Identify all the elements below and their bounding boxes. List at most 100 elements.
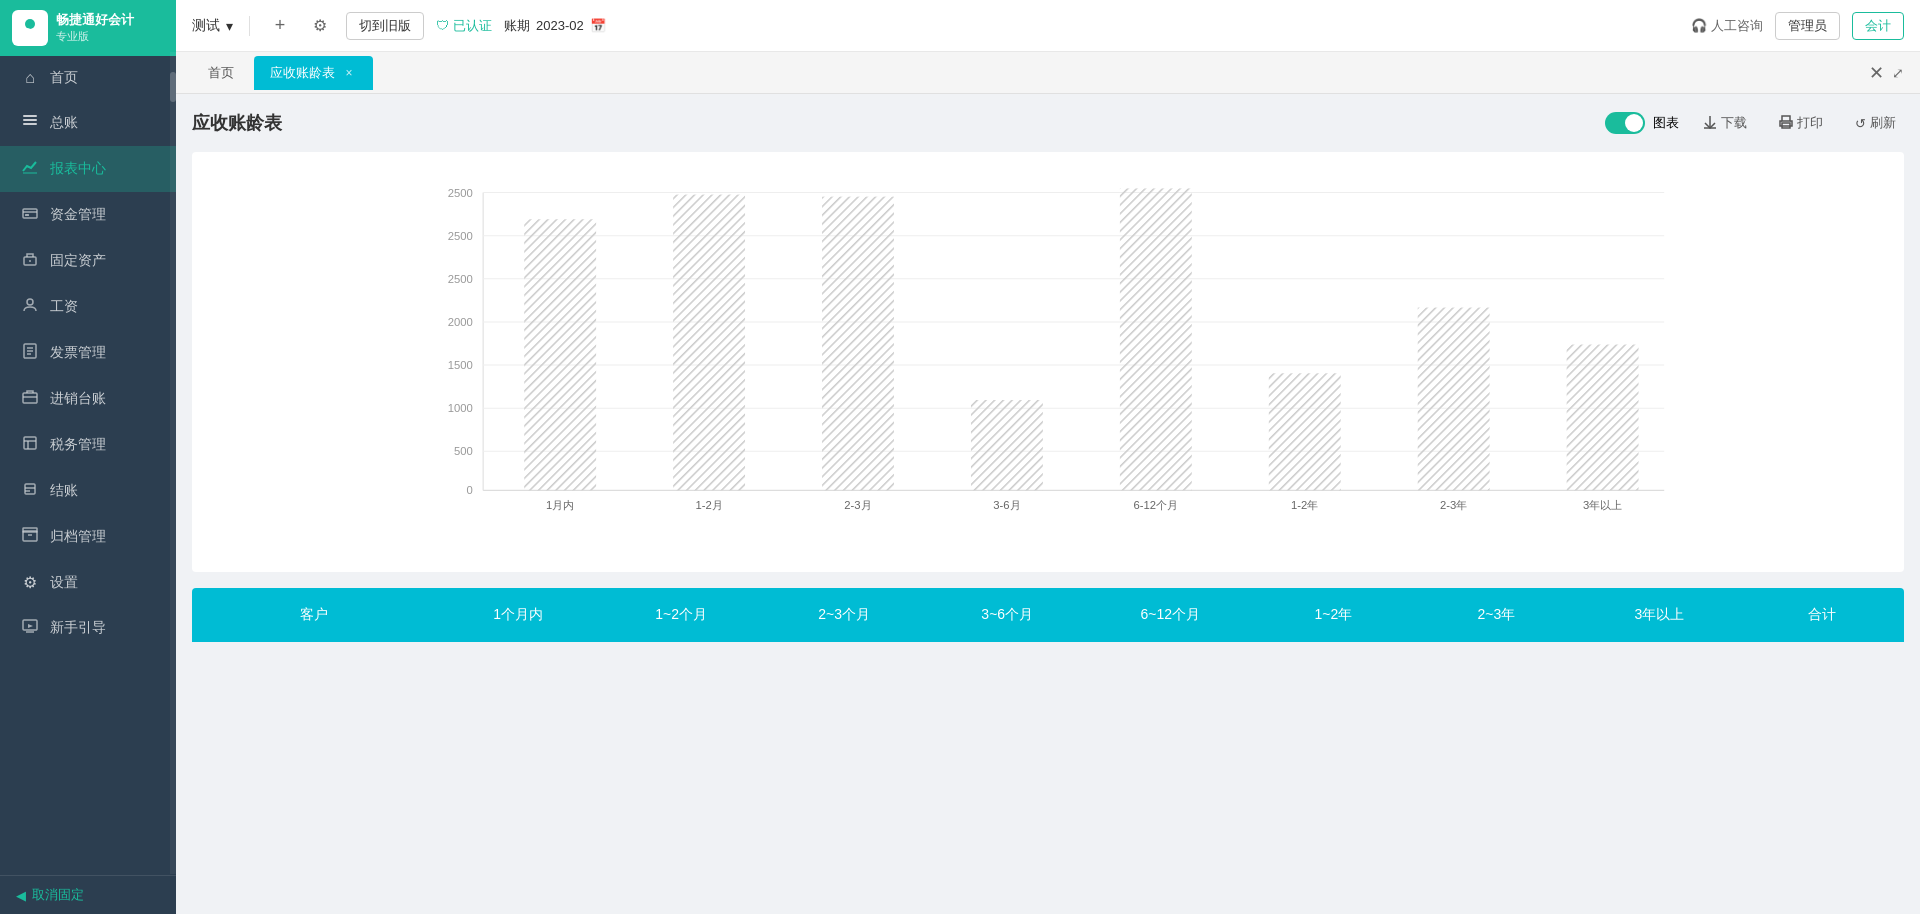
- chart-svg-wrapper: 2500 2500 2500 2000 1500 1000 500 0: [212, 172, 1884, 552]
- main-area: 测试 ▾ + ⚙ 切到旧版 🛡 已认证 账期 2023-02 📅 🎧 人工咨询 …: [176, 0, 1920, 914]
- app-name: 畅捷通好会计: [56, 12, 134, 29]
- guide-icon: [20, 618, 40, 638]
- tab-ar-aging-label: 应收账龄表: [270, 64, 335, 82]
- page-actions: 图表 下载: [1605, 110, 1904, 136]
- svg-text:6-12个月: 6-12个月: [1134, 499, 1179, 511]
- sidebar-item-label: 资金管理: [50, 206, 106, 224]
- svg-rect-17: [24, 437, 36, 449]
- headset-icon: 🎧: [1691, 18, 1707, 33]
- invoice-icon: [20, 343, 40, 363]
- sidebar: 畅捷通好会计 专业版 ⌂ 首页 总账: [0, 0, 176, 914]
- toggle-knob: [1625, 114, 1643, 132]
- page-header: 应收账龄表 图表 下载: [192, 110, 1904, 136]
- consult-button[interactable]: 🎧 人工咨询: [1691, 17, 1763, 35]
- verified-label: 已认证: [453, 17, 492, 35]
- table-col-1-2m: 1~2个月: [600, 588, 763, 642]
- sidebar-item-label: 归档管理: [50, 528, 106, 546]
- svg-text:2500: 2500: [448, 273, 473, 285]
- app-logo-icon: [12, 10, 48, 46]
- svg-text:1500: 1500: [448, 359, 473, 371]
- svg-text:2-3年: 2-3年: [1440, 499, 1467, 511]
- svg-text:500: 500: [454, 445, 473, 457]
- print-button[interactable]: 打印: [1771, 110, 1831, 136]
- svg-text:2500: 2500: [448, 230, 473, 242]
- download-label: 下载: [1721, 114, 1747, 132]
- svg-marker-27: [28, 624, 33, 628]
- sidebar-item-guide[interactable]: 新手引导: [0, 605, 176, 651]
- manager-button[interactable]: 管理员: [1775, 12, 1840, 40]
- bar-2: [822, 197, 894, 491]
- chart-toggle-label: 图表: [1653, 114, 1679, 132]
- sidebar-item-ledger[interactable]: 总账: [0, 100, 176, 146]
- topbar: 测试 ▾ + ⚙ 切到旧版 🛡 已认证 账期 2023-02 📅 🎧 人工咨询 …: [176, 0, 1920, 52]
- tab-home-label: 首页: [208, 64, 234, 82]
- sidebar-item-salary[interactable]: 工资: [0, 284, 176, 330]
- refresh-icon: ↺: [1855, 116, 1866, 131]
- sidebar-item-close[interactable]: 结账: [0, 468, 176, 514]
- sidebar-item-assets[interactable]: 固定资产: [0, 238, 176, 284]
- settings-icon: ⚙: [20, 573, 40, 592]
- sidebar-item-label: 报表中心: [50, 160, 106, 178]
- sidebar-nav: ⌂ 首页 总账 报表中心: [0, 56, 176, 875]
- sidebar-item-label: 首页: [50, 69, 78, 87]
- svg-rect-31: [1782, 116, 1790, 121]
- sidebar-item-label: 税务管理: [50, 436, 106, 454]
- switch-old-version-button[interactable]: 切到旧版: [346, 12, 424, 40]
- tab-home[interactable]: 首页: [192, 56, 250, 90]
- bar-4: [1120, 188, 1192, 490]
- calendar-icon[interactable]: 📅: [590, 18, 606, 33]
- svg-text:1-2年: 1-2年: [1291, 499, 1318, 511]
- close-period-icon: [20, 481, 40, 501]
- add-company-button[interactable]: +: [266, 12, 294, 40]
- sidebar-item-label: 总账: [50, 114, 78, 132]
- table-col-customer: 客户: [192, 588, 437, 642]
- refresh-button[interactable]: ↺ 刷新: [1847, 110, 1904, 136]
- sidebar-item-archive[interactable]: 归档管理: [0, 514, 176, 560]
- bar-0: [524, 219, 596, 490]
- svg-rect-24: [23, 528, 37, 532]
- sidebar-item-invoice[interactable]: 发票管理: [0, 330, 176, 376]
- accountant-button[interactable]: 会计: [1852, 12, 1904, 40]
- expand-panel-button[interactable]: ⤢: [1892, 65, 1904, 81]
- download-button[interactable]: 下载: [1695, 110, 1755, 136]
- sidebar-item-home[interactable]: ⌂ 首页: [0, 56, 176, 100]
- project-name: 测试: [192, 17, 220, 35]
- cancel-fixed-btn[interactable]: ◀ 取消固定: [0, 875, 176, 914]
- sidebar-item-funds[interactable]: 资金管理: [0, 192, 176, 238]
- sidebar-item-stock[interactable]: 进销台账: [0, 376, 176, 422]
- settings-button[interactable]: ⚙: [306, 12, 334, 40]
- tabs-right-actions: ✕ ⤢: [1869, 62, 1904, 84]
- svg-text:2-3月: 2-3月: [844, 499, 871, 511]
- svg-text:1月内: 1月内: [546, 499, 574, 511]
- table-col-2-3y: 2~3年: [1415, 588, 1578, 642]
- tab-ar-aging[interactable]: 应收账龄表 ×: [254, 56, 373, 90]
- svg-text:1000: 1000: [448, 402, 473, 414]
- close-panel-button[interactable]: ✕: [1869, 62, 1884, 84]
- cancel-fixed-label: 取消固定: [32, 886, 84, 904]
- ledger-icon: [20, 113, 40, 133]
- sidebar-item-label: 工资: [50, 298, 78, 316]
- svg-rect-3: [23, 123, 37, 125]
- salary-icon: [20, 297, 40, 317]
- table-col-3-6m: 3~6个月: [926, 588, 1089, 642]
- svg-text:2000: 2000: [448, 316, 473, 328]
- shield-icon: 🛡: [436, 18, 449, 33]
- table-col-1-2y: 1~2年: [1252, 588, 1415, 642]
- sidebar-item-tax[interactable]: 税务管理: [0, 422, 176, 468]
- svg-point-0: [25, 19, 35, 29]
- tabs-bar: 首页 应收账龄表 × ✕ ⤢: [176, 52, 1920, 94]
- tab-close-button[interactable]: ×: [341, 65, 357, 81]
- funds-icon: [20, 205, 40, 225]
- sidebar-item-label: 设置: [50, 574, 78, 592]
- sidebar-item-label: 结账: [50, 482, 78, 500]
- period-text-label: 账期: [504, 17, 530, 35]
- sidebar-item-reports[interactable]: 报表中心: [0, 146, 176, 192]
- svg-rect-15: [23, 393, 37, 403]
- stock-icon: [20, 389, 40, 409]
- chart-toggle[interactable]: [1605, 112, 1645, 134]
- svg-rect-2: [23, 119, 37, 121]
- project-selector[interactable]: 测试 ▾: [192, 17, 233, 35]
- svg-rect-5: [23, 209, 37, 218]
- sidebar-item-settings[interactable]: ⚙ 设置: [0, 560, 176, 605]
- table-col-1m: 1个月内: [437, 588, 600, 642]
